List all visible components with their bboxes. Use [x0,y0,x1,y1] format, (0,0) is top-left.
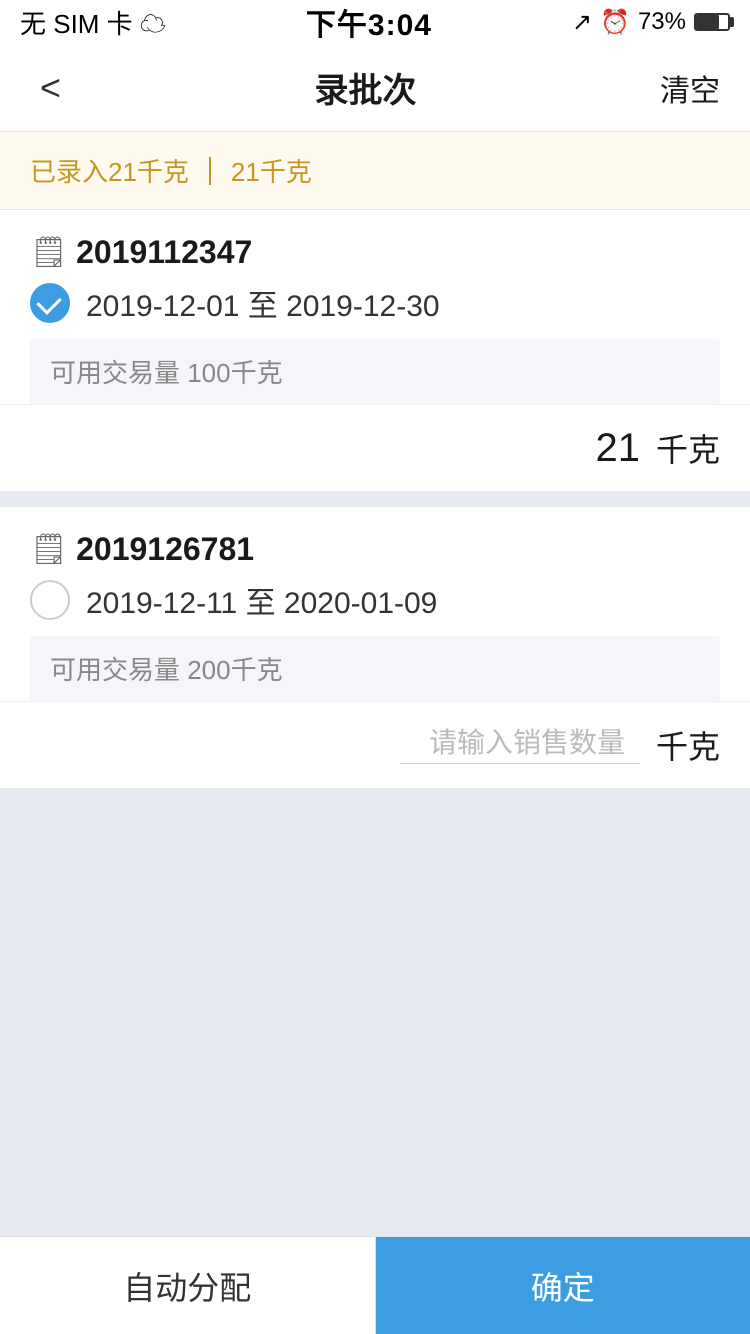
status-bar: 无 SIM 卡 ☁ 下午3:04 ↗ ⏰ 73% [0,0,750,44]
batch-unit-1: 千克 [656,425,720,471]
batch-id-text-2: 2019126781 [76,531,254,568]
auto-distribute-button[interactable]: 自动分配 [0,1237,376,1334]
bottom-bar: 自动分配 确定 [0,1236,750,1334]
section-separator [0,491,750,507]
confirm-button[interactable]: 确定 [376,1237,750,1334]
summary-value: 21千克 [231,152,312,189]
summary-recorded-label: 已录入21千克 [30,152,189,189]
batch-date-text-1: 2019-12-01 至 2019-12-30 [86,281,440,325]
alarm-icon: ⏰ [600,8,630,37]
batch-input-value-1: 21 [30,426,640,471]
batch-input-row-2[interactable]: 千克 [0,701,750,788]
batch-radio-1[interactable] [30,283,70,323]
battery-icon [694,13,730,31]
status-time: 下午3:04 [306,0,432,44]
status-right: ↗ ⏰ 73% [572,8,730,37]
batch-radio-2[interactable] [30,580,70,620]
batch-available-2: 可用交易量 200千克 [30,636,720,701]
batch-item-1: 🗒 2019112347 2019-12-01 至 2019-12-30 可用交… [0,210,750,491]
batch-input-field-2[interactable] [400,727,640,764]
status-left: 无 SIM 卡 ☁ [20,4,166,41]
page-title: 录批次 [315,63,417,112]
summary-bar: 已录入21千克 21千克 [0,132,750,210]
summary-divider [209,157,211,185]
battery-label: 73% [638,8,686,36]
no-sim-label: 无 SIM 卡 ☁ [20,4,166,41]
nav-bar: < 录批次 清空 [0,44,750,132]
batch-id-icon-2: 🗒 [30,532,68,567]
arrow-icon: ↗ [572,8,592,37]
batch-item-2: 🗒 2019126781 2019-12-11 至 2020-01-09 可用交… [0,507,750,788]
batch-id-text-1: 2019112347 [76,234,252,271]
clear-button[interactable]: 清空 [660,66,720,110]
gray-filler [0,788,750,1248]
batch-id-icon-1: 🗒 [30,235,68,270]
batch-available-1: 可用交易量 100千克 [30,339,720,404]
back-button[interactable]: < [30,57,71,119]
batch-input-row-1: 21 千克 [0,404,750,491]
batch-unit-2: 千克 [656,722,720,768]
batch-date-text-2: 2019-12-11 至 2020-01-09 [86,578,437,622]
